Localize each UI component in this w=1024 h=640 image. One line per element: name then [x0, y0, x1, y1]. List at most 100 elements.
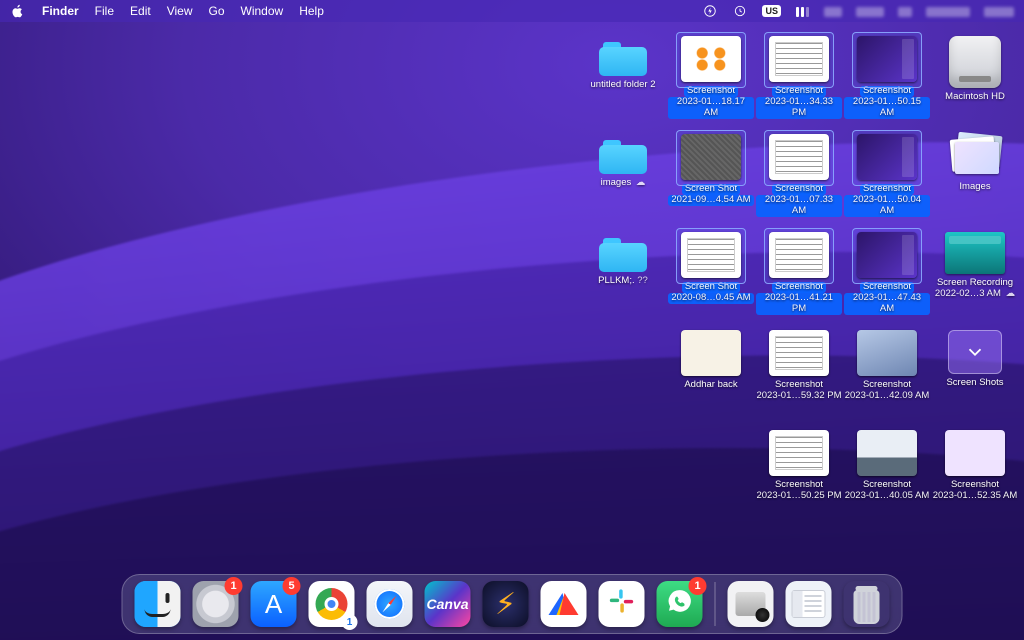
trash[interactable] — [844, 581, 890, 627]
icon-label: Screenshot2023-01…18.17 AM — [668, 86, 754, 119]
folder-icon — [595, 36, 651, 80]
icon-label: Screenshot2023-01…52.35 AM — [933, 480, 1018, 502]
image-thumbnail-icon — [681, 36, 741, 82]
image-thumbnail-icon — [857, 134, 917, 180]
menu-view[interactable]: View — [167, 4, 193, 18]
status-item[interactable] — [898, 4, 912, 18]
icon-label: Screenshot2023-01…50.25 PM — [756, 480, 841, 502]
image-thumbnail-icon — [681, 330, 741, 376]
slack-app[interactable] — [599, 581, 645, 627]
image-thumbnail-icon — [769, 232, 829, 278]
icon-label: Screen Shot2021-09…4.54 AM — [668, 184, 753, 206]
desktop-area[interactable]: untitled folder 2 images ☁︎ PLLKM;. ?? Scre… — [0, 0, 1024, 640]
screenshot-5025[interactable]: Screenshot2023-01…50.25 PM — [756, 430, 842, 502]
pllkm-folder[interactable]: PLLKM;. ?? — [580, 232, 666, 287]
screen-shot-045[interactable]: Screen Shot2020-08…0.45 AM — [668, 232, 754, 304]
menu-go[interactable]: Go — [209, 4, 225, 18]
quick-action-icon[interactable] — [702, 4, 718, 18]
screenshot-5004[interactable]: Screenshot2023-01…50.04 AM — [844, 134, 930, 217]
image-stack-icon — [947, 134, 1003, 178]
macintosh-hd[interactable]: Macintosh HD — [932, 36, 1018, 103]
icon-label: PLLKM;. ?? — [598, 276, 648, 287]
icon-label: Screenshot2023-01…41.21 PM — [756, 282, 842, 315]
system-settings-app[interactable]: 1 — [193, 581, 239, 627]
status-item[interactable] — [824, 4, 842, 18]
image-thumbnail-icon — [857, 330, 917, 376]
icon-label: images ☁︎ — [601, 178, 646, 189]
images-stack[interactable]: Images — [932, 134, 1018, 193]
safari-app[interactable] — [367, 581, 413, 627]
menu-window[interactable]: Window — [241, 4, 284, 18]
time-machine-icon[interactable] — [732, 4, 748, 18]
slack-icon — [608, 587, 636, 622]
canva-app[interactable]: Canva — [425, 581, 471, 627]
addhar-back[interactable]: Addhar back — [668, 330, 754, 391]
menubar-app-name[interactable]: Finder — [42, 4, 79, 18]
finder-window-icon — [792, 590, 826, 618]
spark-mail-app[interactable] — [541, 581, 587, 627]
screenshot-4209[interactable]: Screenshot2023-01…42.09 AM — [844, 330, 930, 402]
icon-label: Screen Shot2020-08…0.45 AM — [668, 282, 753, 304]
chrome-app[interactable]: 1 — [309, 581, 355, 627]
image-thumbnail-icon — [769, 36, 829, 82]
menu-help[interactable]: Help — [299, 4, 324, 18]
icon-label: Screenshot2023-01…59.32 PM — [756, 380, 841, 402]
finder-app[interactable] — [135, 581, 181, 627]
notification-badge: 1 — [689, 577, 707, 595]
preview-app[interactable] — [728, 581, 774, 627]
screenshot-3433[interactable]: Screenshot2023-01…34.33 PM — [756, 36, 842, 119]
trash-icon — [850, 584, 884, 624]
stack-expand-icon — [948, 330, 1002, 374]
apple-menu-icon[interactable] — [10, 4, 26, 18]
screenshot-1817[interactable]: Screenshot2023-01…18.17 AM — [668, 36, 754, 119]
input-source-badge[interactable]: US — [762, 5, 781, 17]
menu-file[interactable]: File — [95, 4, 114, 18]
icon-label: Screenshot2023-01…07.33 AM — [756, 184, 842, 217]
finder-window[interactable] — [786, 581, 832, 627]
dock: 1A51Canva⚡︎1 — [122, 574, 903, 634]
untitled-folder-2[interactable]: untitled folder 2 — [580, 36, 666, 91]
image-thumbnail-icon — [769, 430, 829, 476]
screenshot-5235[interactable]: Screenshot2023-01…52.35 AM — [932, 430, 1018, 502]
screenshot-5015[interactable]: Screenshot2023-01…50.15 AM — [844, 36, 930, 119]
image-thumbnail-icon — [857, 232, 917, 278]
image-thumbnail-icon — [857, 430, 917, 476]
whatsapp-app[interactable]: 1 — [657, 581, 703, 627]
icon-label: Screenshot2023-01…50.04 AM — [844, 184, 930, 217]
icon-label: Screenshot2023-01…42.09 AM — [845, 380, 930, 402]
status-item[interactable] — [926, 4, 970, 18]
spark-icon — [549, 593, 579, 615]
flash-app[interactable]: ⚡︎ — [483, 581, 529, 627]
icon-label: Screen Recording2022-02…3 AM ☁︎ — [935, 278, 1015, 300]
status-item[interactable] — [856, 4, 884, 18]
profile-badge: 1 — [342, 614, 358, 630]
cloud-icon: ☁︎ — [633, 177, 645, 188]
screenshot-4743[interactable]: Screenshot2023-01…47.43 AM — [844, 232, 930, 315]
chrome-icon — [316, 588, 348, 620]
screen-recording[interactable]: Screen Recording2022-02…3 AM ☁︎ — [932, 232, 1018, 300]
image-thumbnail-icon — [945, 430, 1005, 476]
app-store-icon: A — [265, 589, 282, 620]
images-folder[interactable]: images ☁︎ — [580, 134, 666, 189]
hard-drive-icon — [949, 36, 1001, 88]
icon-label: Screen Shots — [946, 378, 1003, 389]
icon-label: Macintosh HD — [945, 92, 1005, 103]
menu-edit[interactable]: Edit — [130, 4, 151, 18]
folder-icon — [595, 134, 651, 178]
cloud-icon: ☁︎ — [1003, 288, 1015, 299]
status-item[interactable] — [984, 4, 1014, 18]
notification-badge: 1 — [225, 577, 243, 595]
screenshot-4005[interactable]: Screenshot2023-01…40.05 AM — [844, 430, 930, 502]
safari-icon — [375, 589, 405, 619]
status-item[interactable] — [795, 4, 810, 18]
finder-icon — [135, 581, 181, 627]
icon-label: Screenshot2023-01…50.15 AM — [844, 86, 930, 119]
screenshot-0733[interactable]: Screenshot2023-01…07.33 AM — [756, 134, 842, 217]
screenshot-5932[interactable]: Screenshot2023-01…59.32 PM — [756, 330, 842, 402]
notification-badge: 5 — [283, 577, 301, 595]
app-store-app[interactable]: A5 — [251, 581, 297, 627]
screen-shots-expand[interactable]: Screen Shots — [932, 330, 1018, 389]
canva-icon: Canva — [426, 596, 468, 612]
screenshot-4121[interactable]: Screenshot2023-01…41.21 PM — [756, 232, 842, 315]
screen-shot-454[interactable]: Screen Shot2021-09…4.54 AM — [668, 134, 754, 206]
